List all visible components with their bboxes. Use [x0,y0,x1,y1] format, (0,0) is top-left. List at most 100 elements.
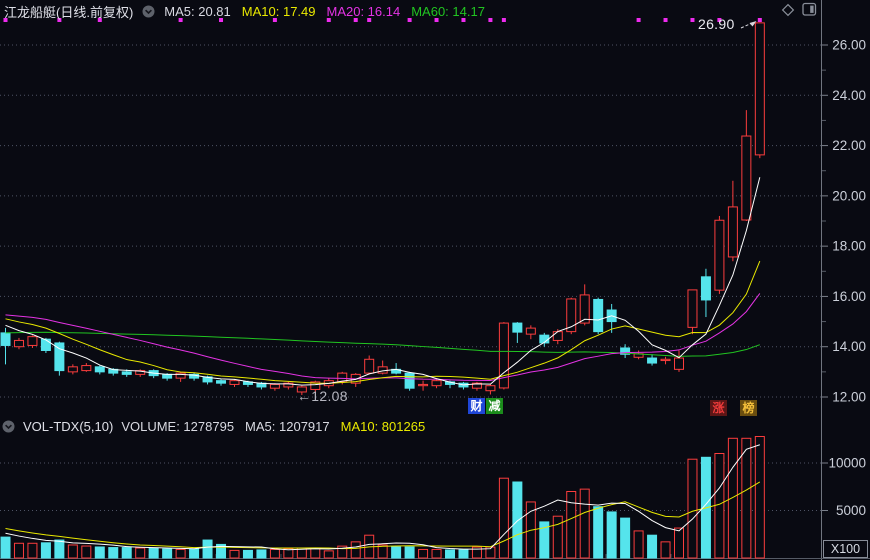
price-ma-layer [6,177,760,385]
candle-body [661,359,670,360]
candle-body [486,386,495,391]
candle-body [715,220,724,290]
price-axis-label: 24.00 [832,88,866,103]
price-axis-label: 20.00 [832,188,866,203]
signal-dot [690,18,694,22]
volume-bar [715,454,724,559]
volume-bar [378,545,387,558]
candle-body [728,207,737,257]
volume-bar [122,548,131,558]
volume-bar [675,528,684,558]
volume-bar [499,478,508,558]
volume-readouts: VOLUME: 1278795MA5: 1207917MA10: 801265 [121,419,436,434]
volume-bar [28,543,37,558]
price-axis-label: 16.00 [832,289,866,304]
signal-dot [637,18,641,22]
candle-body [122,372,131,375]
volume-bar [163,549,172,558]
volume-bar [203,540,212,558]
candle-body [675,358,684,369]
volume-bar [176,549,185,558]
candle-body [176,373,185,378]
candle-body [755,23,764,155]
volume-bar [95,547,104,558]
callout-arrow [741,21,757,28]
signal-dot [758,18,762,22]
volume-ma-layer [6,445,760,550]
candle-body [1,333,10,346]
volume-bar [567,492,576,559]
stock-chart-window: 26.0024.0022.0020.0018.0016.0014.0012.00… [0,0,870,560]
chevron-down-circle-icon[interactable] [142,5,155,18]
volume-layer [1,437,764,558]
volume-bar [607,512,616,558]
candle-body [405,373,414,388]
candle-body [365,359,374,373]
candle-body [742,136,751,220]
grid-layer: 26.0024.0022.0020.0018.0016.0014.0012.00… [0,0,870,560]
event-marker-榜[interactable]: 榜 [740,400,757,416]
volume-bar [728,438,737,558]
event-marker-减[interactable]: 减 [486,398,503,414]
diamond-marker-icon[interactable] [781,3,795,22]
volume-bar [68,545,77,558]
volume-bar [324,551,333,558]
candle-body [68,367,77,372]
candle-body [14,340,23,346]
volume-bar [419,549,428,558]
stock-title: 江龙船艇(日线.前复权) [4,2,133,21]
ma-label: MA5: 20.81 [164,4,231,19]
candle-body [701,277,710,300]
candles-layer [1,22,764,395]
price-axis-label: 12.00 [832,389,866,404]
volume-bar [41,543,50,558]
candle-body [230,381,239,385]
volume-bar [243,550,252,558]
candle-body [513,323,522,332]
volume-stat: VOLUME: 1278795 [121,419,234,434]
volume-bar [109,548,118,558]
event-marker-财[interactable]: 财 [468,398,485,414]
split-panel-icon[interactable] [802,2,817,22]
candle-body [95,367,104,372]
candle-body [526,328,535,334]
candle-body [270,384,279,388]
price-axis-label: 14.00 [832,339,866,354]
price-axis-label: 26.00 [832,38,866,53]
candle-body [432,381,441,386]
volume-bar [392,547,401,558]
volume-unit-badge: X100 [823,540,868,558]
volume-bar [648,535,657,558]
ma-label: MA10: 17.49 [242,4,316,19]
price-axis-label: 18.00 [832,239,866,254]
volume-bar [55,540,64,558]
ma-label: MA20: 16.14 [327,4,401,19]
low-price-callout: ←12.08 [297,388,348,404]
volume-bar [446,550,455,558]
candle-body [594,299,603,331]
volume-bar [270,549,279,558]
chevron-down-circle-icon[interactable] [2,420,15,433]
candle-body [419,384,428,385]
toolbar-icons [781,2,817,22]
volume-bar [230,550,239,558]
volume-axis-label: 5000 [836,503,866,518]
volume-bar [311,548,320,558]
event-marker-涨[interactable]: 涨 [710,400,727,416]
volume-bar [513,482,522,558]
candle-body [553,332,562,341]
volume-bar [136,548,145,558]
volume-indicator-name: VOL-TDX(5,10) [23,419,113,434]
candle-body [82,366,91,371]
volume-bar [553,516,562,558]
volume-bar [432,549,441,558]
volume-ma10-line [6,482,760,549]
volume-bar [634,531,643,558]
chart-canvas: 26.0024.0022.0020.0018.0016.0014.0012.00… [0,0,870,560]
candle-body [217,381,226,384]
volume-bar [257,550,266,558]
price-panel-header: 江龙船艇(日线.前复权) MA5: 20.81 MA10: 17.49 MA20: … [4,1,496,21]
volume-bar [14,543,23,558]
signal-dot [502,18,506,22]
volume-bar [661,542,670,558]
